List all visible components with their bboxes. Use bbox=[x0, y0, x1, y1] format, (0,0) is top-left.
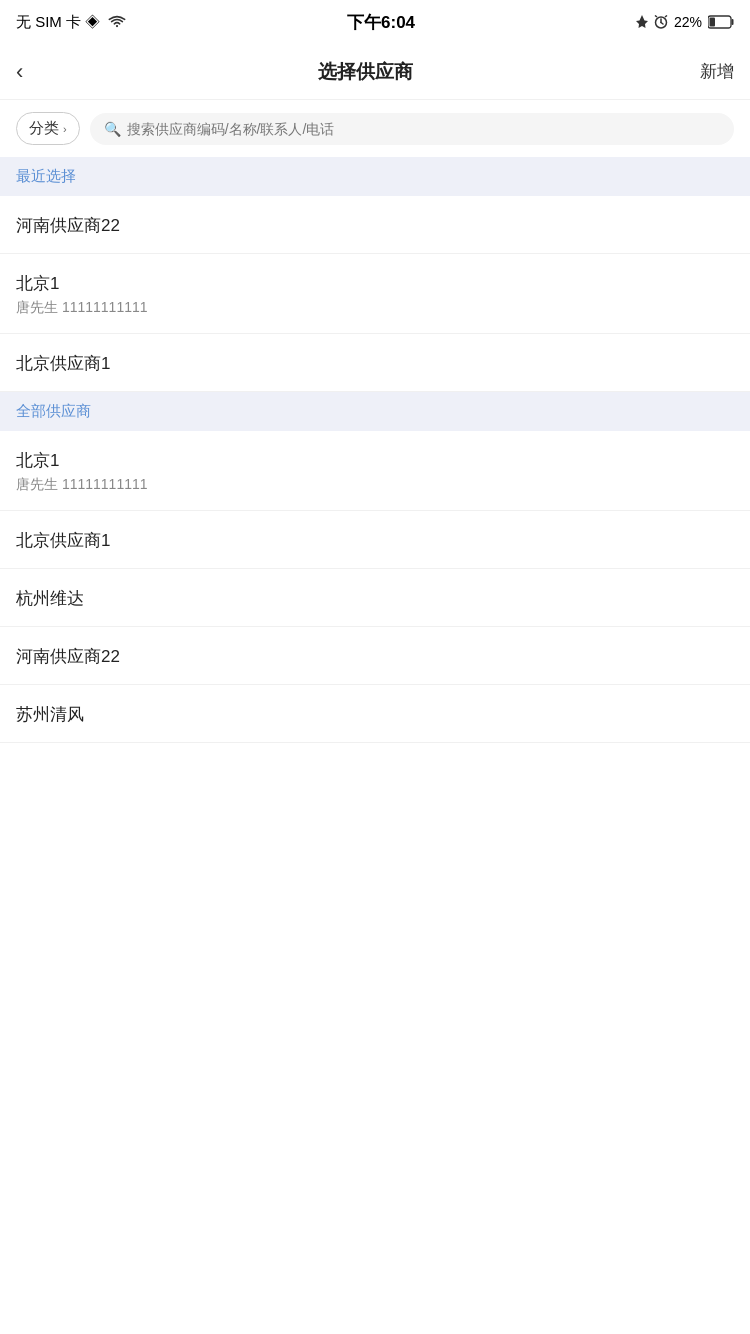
item-sub: 唐先生 11111111111 bbox=[16, 299, 734, 317]
status-time: 下午6:04 bbox=[347, 11, 415, 34]
item-name: 河南供应商22 bbox=[16, 214, 734, 237]
item-name: 苏州清风 bbox=[16, 703, 734, 726]
svg-rect-6 bbox=[731, 19, 733, 25]
svg-line-2 bbox=[661, 23, 663, 25]
page-title: 选择供应商 bbox=[318, 59, 413, 85]
item-name: 杭州维达 bbox=[16, 587, 734, 610]
recent-list: 河南供应商22 北京1 唐先生 11111111111 北京供应商1 bbox=[0, 196, 750, 392]
battery-icon bbox=[708, 15, 734, 29]
battery-label: 22% bbox=[674, 14, 702, 30]
item-name: 北京供应商1 bbox=[16, 352, 734, 375]
category-label: 分类 bbox=[29, 119, 59, 138]
list-item[interactable]: 北京1 唐先生 11111111111 bbox=[0, 254, 750, 334]
item-name: 北京1 bbox=[16, 272, 734, 295]
list-item[interactable]: 苏州清风 bbox=[0, 685, 750, 743]
status-bar: 无 SIM 卡 ◈ 下午6:04 22% bbox=[0, 0, 750, 44]
item-name: 河南供应商22 bbox=[16, 645, 734, 668]
svg-line-3 bbox=[655, 16, 657, 18]
list-item[interactable]: 杭州维达 bbox=[0, 569, 750, 627]
location-icon bbox=[636, 15, 648, 29]
search-bar: 分类 › 🔍 bbox=[0, 100, 750, 157]
search-input-wrap: 🔍 bbox=[90, 113, 734, 145]
status-left: 无 SIM 卡 ◈ bbox=[16, 13, 126, 32]
svg-line-4 bbox=[665, 16, 667, 18]
status-right: 22% bbox=[636, 14, 734, 30]
nav-bar: ‹ 选择供应商 新增 bbox=[0, 44, 750, 100]
svg-rect-7 bbox=[709, 18, 715, 27]
wifi-icon bbox=[108, 15, 126, 29]
list-item[interactable]: 河南供应商22 bbox=[0, 627, 750, 685]
search-icon: 🔍 bbox=[104, 121, 121, 137]
all-list: 北京1 唐先生 11111111111 北京供应商1 杭州维达河南供应商22 苏州清风 bbox=[0, 431, 750, 743]
item-name: 北京1 bbox=[16, 449, 734, 472]
list-item[interactable]: 北京供应商1 bbox=[0, 334, 750, 392]
list-item[interactable]: 河南供应商22 bbox=[0, 196, 750, 254]
back-button[interactable]: ‹ bbox=[8, 51, 31, 93]
new-button[interactable]: 新增 bbox=[700, 60, 734, 83]
list-item[interactable]: 北京1 唐先生 11111111111 bbox=[0, 431, 750, 511]
item-sub: 唐先生 11111111111 bbox=[16, 476, 734, 494]
category-button[interactable]: 分类 › bbox=[16, 112, 80, 145]
chevron-right-icon: › bbox=[63, 123, 67, 135]
recent-section-header: 最近选择 bbox=[0, 157, 750, 196]
search-input[interactable] bbox=[127, 121, 720, 137]
list-item[interactable]: 北京供应商1 bbox=[0, 511, 750, 569]
item-name: 北京供应商1 bbox=[16, 529, 734, 552]
sim-label: 无 SIM 卡 ◈ bbox=[16, 13, 100, 32]
all-section-header: 全部供应商 bbox=[0, 392, 750, 431]
alarm-icon bbox=[654, 15, 668, 29]
